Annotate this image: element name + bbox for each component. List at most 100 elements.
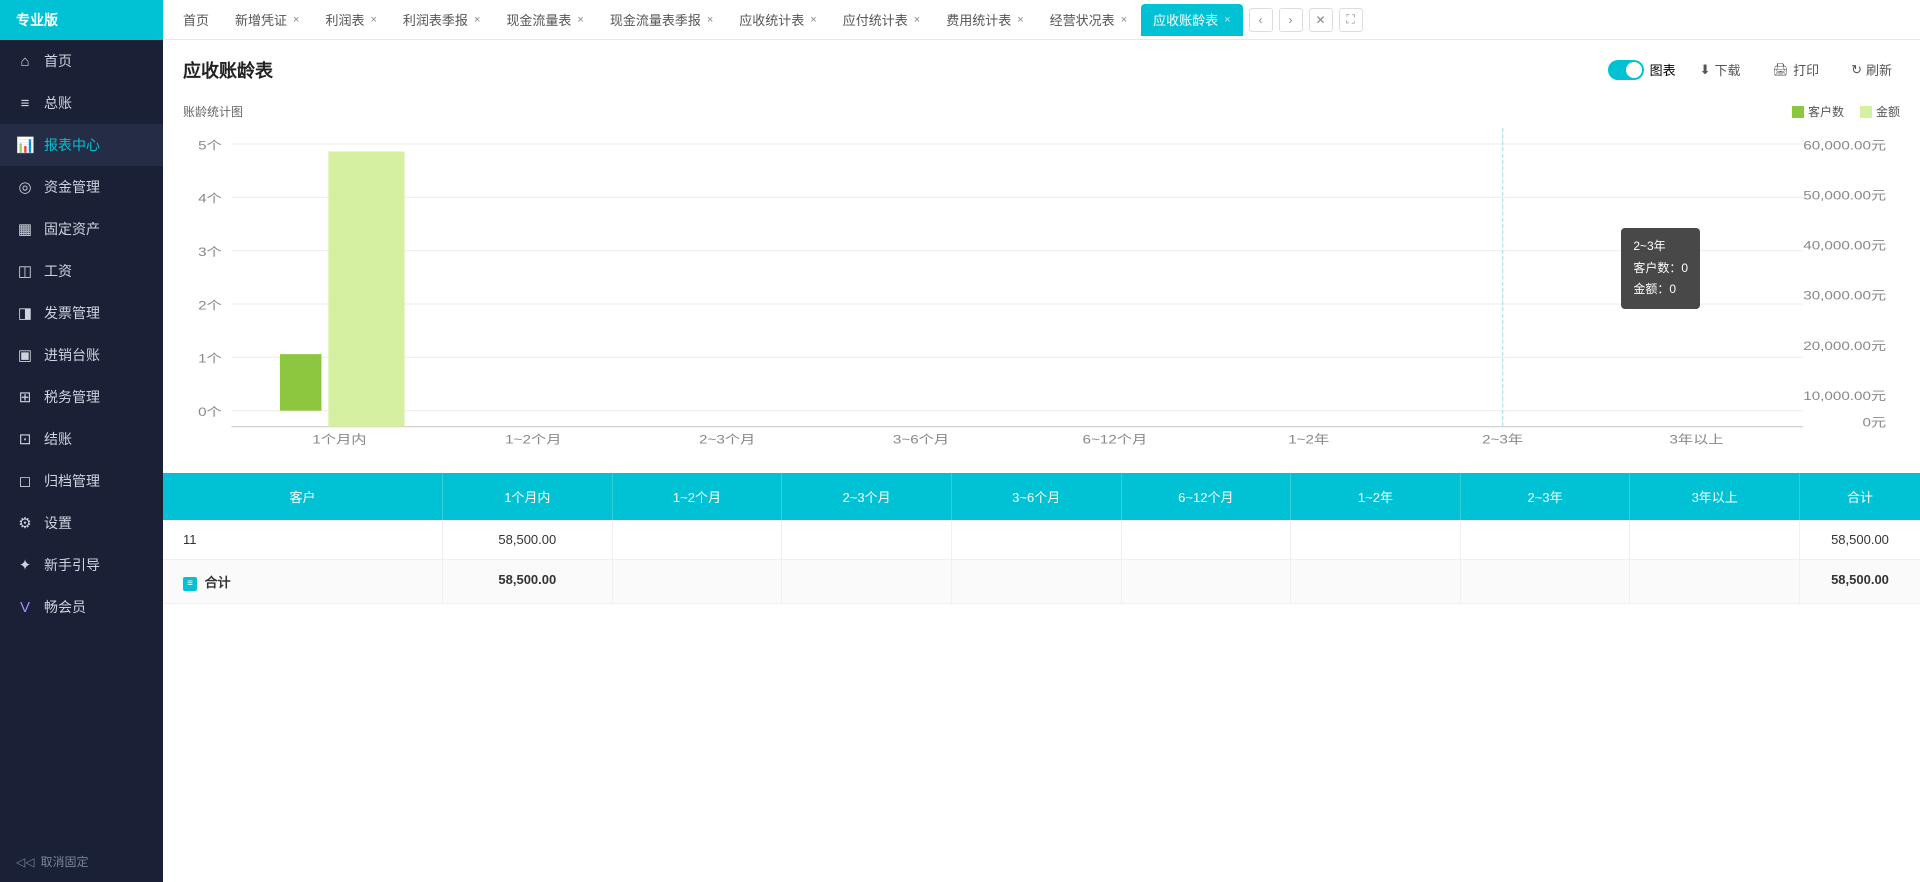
col-header-customer: 客户 [163,473,443,520]
vip-icon: V [16,599,34,616]
svg-text:40,000.00元: 40,000.00元 [1803,239,1886,252]
tab-ap-stat[interactable]: 应付统计表 × [831,4,932,36]
funds-icon: ◎ [16,178,34,196]
bar-amount-1[interactable] [328,151,404,426]
row-3year-plus [1630,520,1800,559]
table-header: 客户 1个月内 1~2个月 2~3个月 3~6个月 6~12个月 1~2年 2~… [163,473,1920,520]
tab-ar-stat[interactable]: 应收统计表 × [727,4,828,36]
total-1-2month [613,560,783,603]
tab-business-stat-label: 经营状况表 [1050,10,1115,29]
legend-customer-label: 客户数 [1808,103,1844,120]
ledger-icon: ≡ [16,95,34,112]
tab-profit-close[interactable]: × [370,14,376,26]
print-button[interactable]: 🖨 打印 [1765,56,1828,83]
tab-voucher[interactable]: 新增凭证 × [223,4,311,36]
tab-cashflow-quarter-close[interactable]: × [707,14,713,26]
sidebar-item-guide[interactable]: ✦ 新手引导 [0,544,163,586]
tab-voucher-label: 新增凭证 [235,10,287,29]
inventory-icon: ▣ [16,346,34,364]
col-header-3-6month: 3~6个月 [952,473,1122,520]
tab-profit-quarter-close[interactable]: × [474,14,480,26]
home-icon: ⌂ [16,53,34,70]
sidebar-item-label: 固定资产 [44,219,100,239]
sidebar-item-archive[interactable]: ◻ 归档管理 [0,460,163,502]
svg-text:3个: 3个 [198,246,222,259]
tab-voucher-close[interactable]: × [293,14,299,26]
sidebar-item-label: 设置 [44,513,72,533]
tab-cashflow[interactable]: 现金流量表 × [494,4,595,36]
chart-toggle-label: 图表 [1650,60,1676,79]
sidebar-bottom-label: 取消固定 [40,853,88,870]
settings-icon: ⚙ [16,514,34,532]
sidebar-item-settings[interactable]: ⚙ 设置 [0,502,163,544]
tab-ar-stat-label: 应收统计表 [739,10,804,29]
sidebar-item-vip[interactable]: V 畅会员 [0,586,163,628]
svg-text:1个: 1个 [198,352,222,365]
sidebar-item-inventory[interactable]: ▣ 进销台账 [0,334,163,376]
download-button[interactable]: ⬇ 下载 [1692,56,1749,83]
total-1-2year [1291,560,1461,603]
col-header-1-2year: 1~2年 [1291,473,1461,520]
tab-expense-stat-close[interactable]: × [1017,14,1023,26]
tab-cashflow-quarter[interactable]: 现金流量表季报 × [598,4,725,36]
sidebar-item-label: 工资 [44,261,72,281]
tab-business-stat-close[interactable]: × [1121,14,1127,26]
tab-ar-aging-label: 应收账龄表 [1153,10,1218,29]
tab-business-stat[interactable]: 经营状况表 × [1038,4,1139,36]
reports-icon: 📊 [16,136,34,154]
sidebar-logo: 专业版 [0,0,163,40]
tab-prev-button[interactable]: ‹ [1249,8,1273,32]
total-icon: ≡ [183,577,197,591]
page-title: 应收账龄表 [183,57,273,83]
chart-container: 5个 4个 3个 2个 1个 0个 60,000.00元 50,000.00元 … [183,128,1900,448]
sidebar-item-invoice[interactable]: ◨ 发票管理 [0,292,163,334]
sidebar-pin-toggle[interactable]: ◁◁ 取消固定 [0,841,163,882]
svg-text:1个月内: 1个月内 [312,433,366,446]
row-2-3year [1461,520,1631,559]
tab-expense-stat[interactable]: 费用统计表 × [934,4,1035,36]
invoice-icon: ◨ [16,304,34,322]
sidebar-item-reports[interactable]: 📊 报表中心 [0,124,163,166]
row-2-3month [782,520,952,559]
tab-cashflow-close[interactable]: × [577,14,583,26]
toggle-track[interactable] [1608,60,1644,80]
sidebar-item-salary[interactable]: ◫ 工资 [0,250,163,292]
tab-close-button[interactable]: ✕ [1309,8,1333,32]
sidebar-item-ledger[interactable]: ≡ 总账 [0,82,163,124]
svg-text:5个: 5个 [198,139,222,152]
guide-icon: ✦ [16,556,34,574]
refresh-button[interactable]: ↻ 刷新 [1843,56,1900,83]
tab-home[interactable]: 首页 [171,4,221,36]
tab-maximize-button[interactable]: ⛶ [1339,8,1363,32]
chart-toggle[interactable]: 图表 [1608,60,1676,80]
svg-text:0个: 0个 [198,406,222,419]
tab-ap-stat-close[interactable]: × [914,14,920,26]
tab-home-label: 首页 [183,10,209,29]
row-3-6month [952,520,1122,559]
tab-ar-stat-close[interactable]: × [810,14,816,26]
col-header-2-3month: 2~3个月 [782,473,952,520]
sidebar-item-label: 归档管理 [44,471,100,491]
sidebar-item-closing[interactable]: ⊡ 结账 [0,418,163,460]
sidebar: 专业版 ⌂ 首页 ≡ 总账 📊 报表中心 ◎ 资金管理 ▦ 固定资产 ◫ 工资 … [0,0,163,882]
tab-profit-quarter[interactable]: 利润表季报 × [391,4,492,36]
tab-ar-aging-close[interactable]: × [1224,14,1230,26]
tab-next-button[interactable]: › [1279,8,1303,32]
svg-text:2个: 2个 [198,299,222,312]
sidebar-item-assets[interactable]: ▦ 固定资产 [0,208,163,250]
refresh-label: 刷新 [1866,60,1892,79]
svg-text:10,000.00元: 10,000.00元 [1803,390,1886,403]
sidebar-item-tax[interactable]: ⊞ 税务管理 [0,376,163,418]
sidebar-item-label: 进销台账 [44,345,100,365]
chart-svg: 5个 4个 3个 2个 1个 0个 60,000.00元 50,000.00元 … [183,128,1900,448]
sidebar-item-label: 资金管理 [44,177,100,197]
bar-customers-1[interactable] [280,354,322,411]
total-label: ≡ 合计 [163,560,443,603]
legend-amount-label: 金额 [1876,103,1900,120]
tab-ar-aging[interactable]: 应收账龄表 × [1141,4,1242,36]
sidebar-item-funds[interactable]: ◎ 资金管理 [0,166,163,208]
tab-profit[interactable]: 利润表 × [313,4,388,36]
customer-color-dot [1792,106,1804,118]
sidebar-item-home[interactable]: ⌂ 首页 [0,40,163,82]
svg-text:6~12个月: 6~12个月 [1083,433,1148,446]
